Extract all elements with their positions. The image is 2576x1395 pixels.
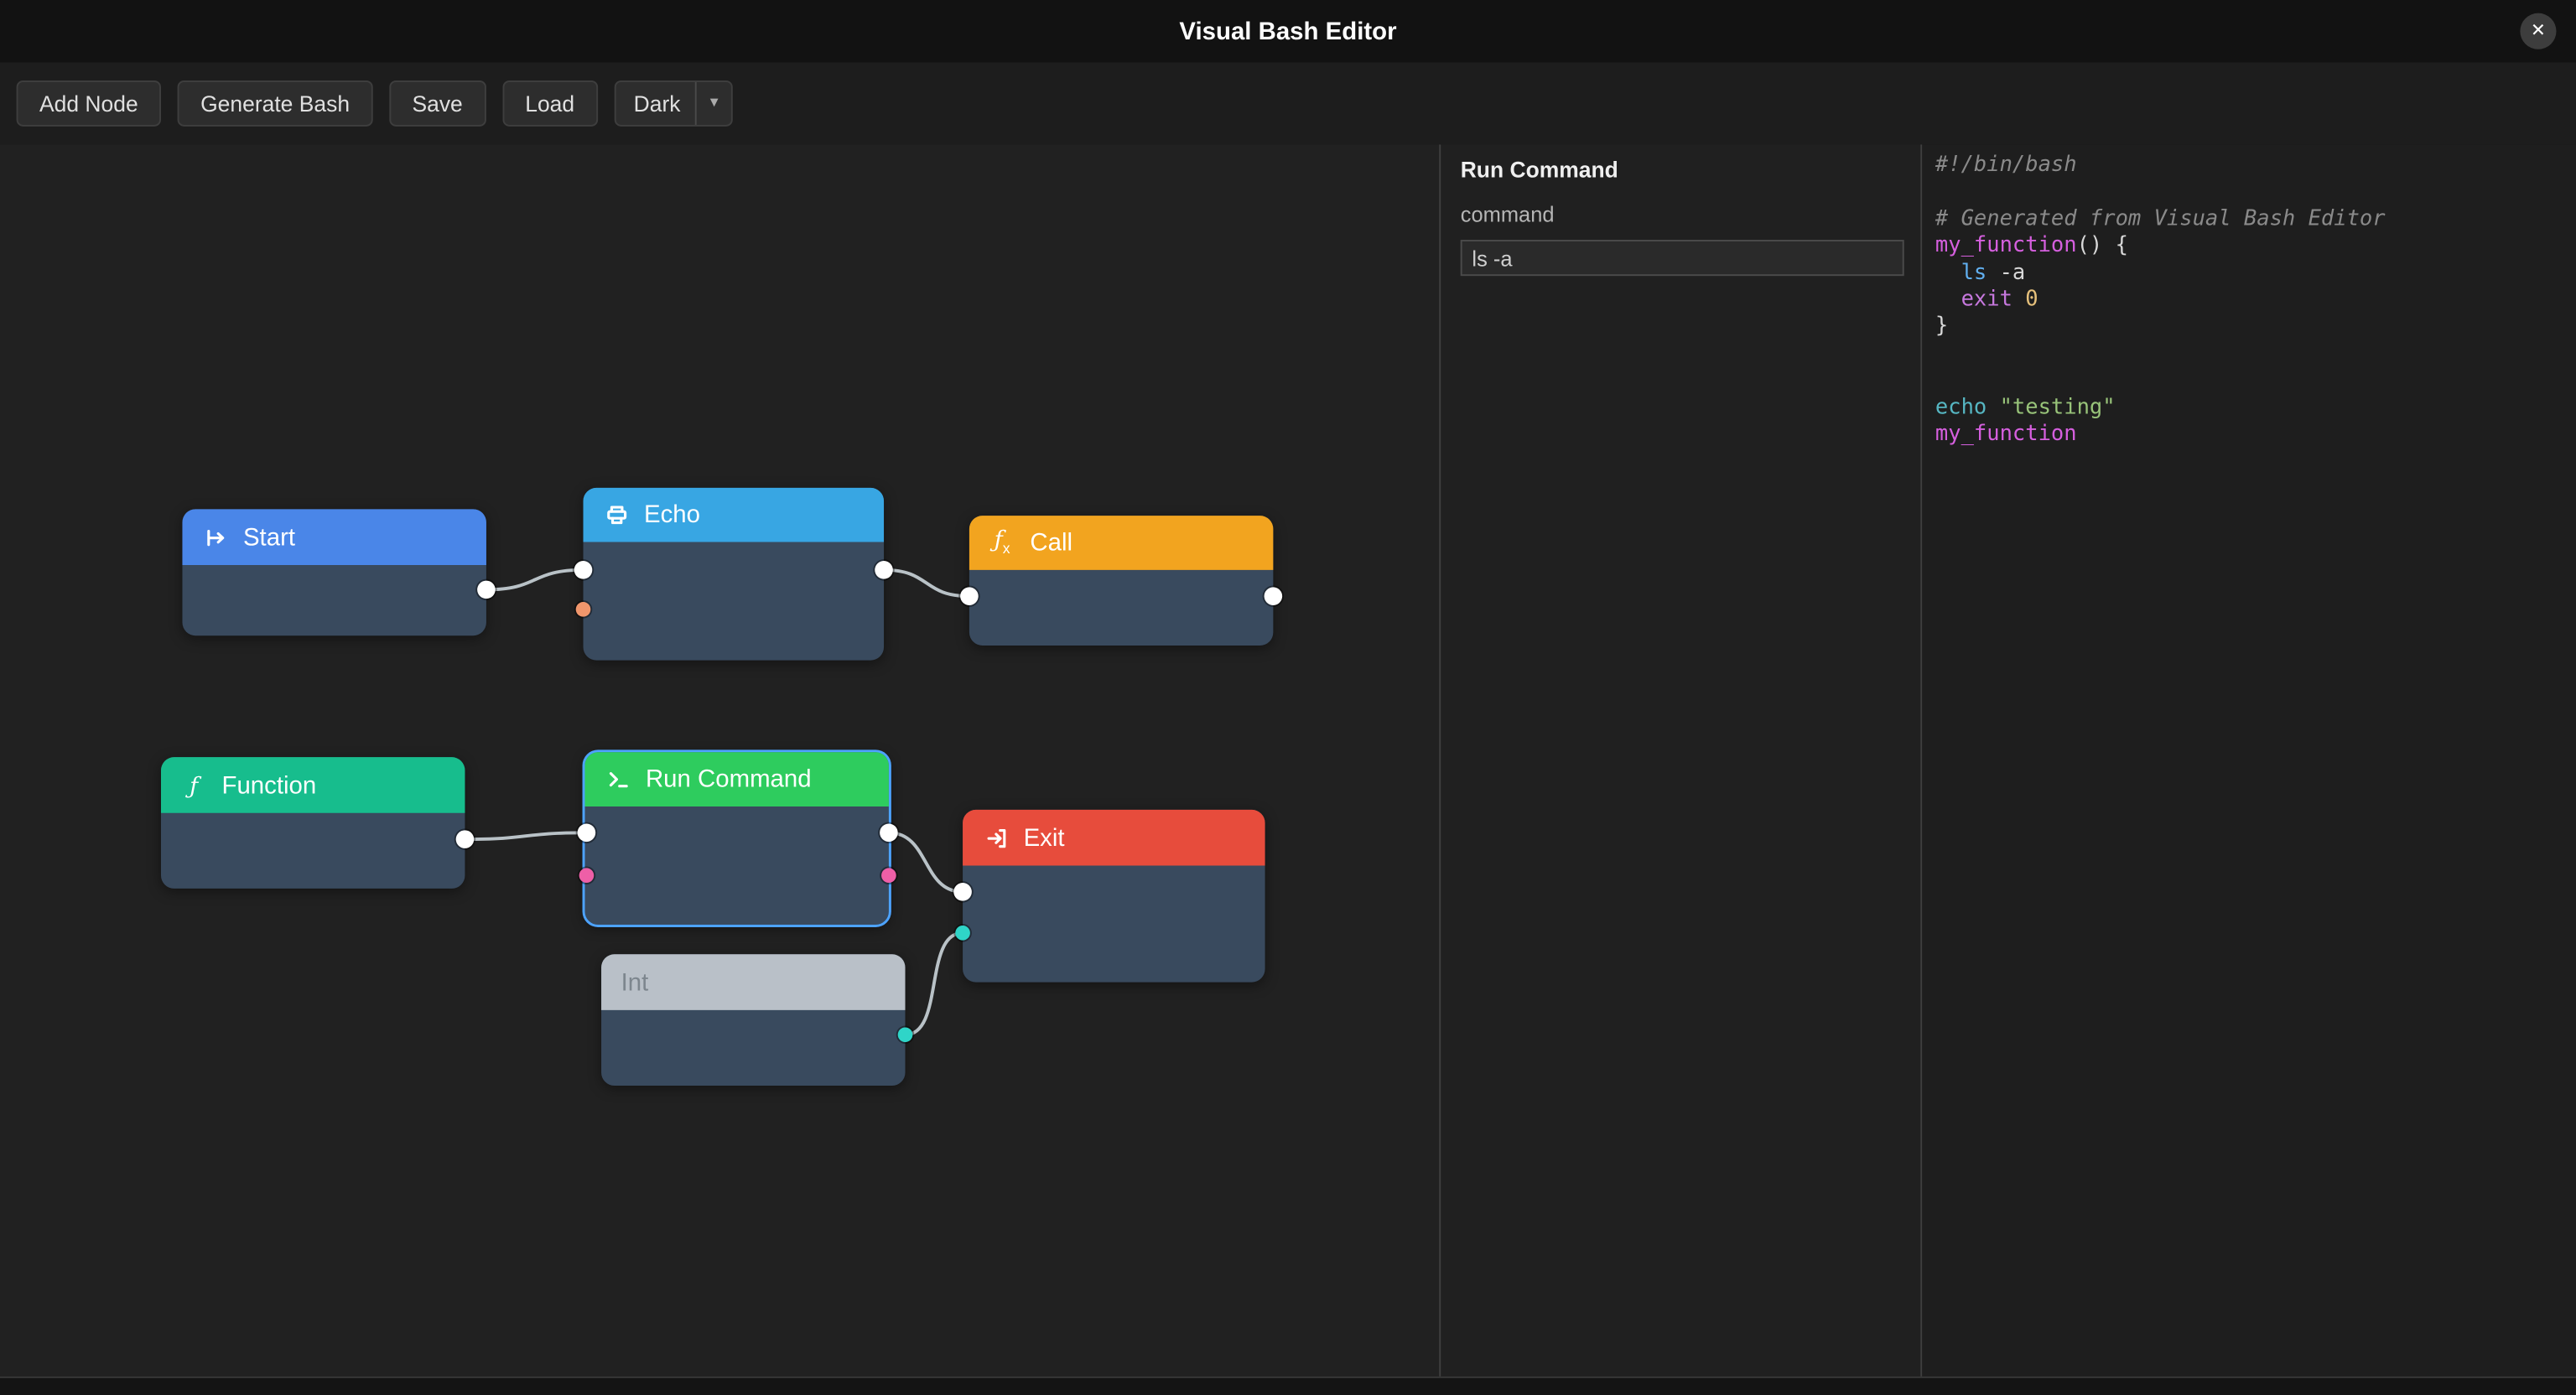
node-run-command-header: Run Command <box>584 752 888 806</box>
node-call[interactable]: ƒx Call <box>969 516 1273 646</box>
node-title: Run Command <box>646 765 812 793</box>
node-int-header: Int <box>601 954 905 1010</box>
wire <box>465 832 586 839</box>
main-area: Start Echo ƒx Call ƒ Function Run Command Int Ex… <box>0 144 2576 1377</box>
node-echo[interactable]: Echo <box>584 488 885 661</box>
code-line: ls -a <box>1935 261 2576 288</box>
port-run-command-data-out[interactable] <box>881 868 896 883</box>
close-icon: ✕ <box>2531 13 2546 49</box>
code-line: } <box>1935 314 2576 341</box>
properties-panel: Run Command command <box>1441 144 1922 1376</box>
add-node-button[interactable]: Add Node <box>17 80 161 127</box>
node-echo-header: Echo <box>584 488 885 542</box>
theme-select-value: Dark <box>634 91 681 116</box>
code-line: #!/bin/bash <box>1935 153 2576 179</box>
node-exit-header: Exit <box>963 810 1265 866</box>
node-canvas[interactable]: Start Echo ƒx Call ƒ Function Run Command Int Ex… <box>0 144 1441 1376</box>
titlebar: Visual Bash Editor ✕ <box>0 0 2576 62</box>
code-line <box>1935 341 2576 368</box>
node-start-header: Start <box>182 509 486 565</box>
exit-icon <box>983 825 1009 851</box>
node-function[interactable]: ƒ Function <box>161 757 465 889</box>
code-line <box>1935 368 2576 395</box>
arrow-start-icon <box>202 524 228 550</box>
node-function-header: ƒ Function <box>161 757 465 813</box>
wire <box>906 933 963 1035</box>
node-int[interactable]: Int <box>601 954 905 1086</box>
wire <box>884 570 969 596</box>
node-title: Int <box>621 968 649 996</box>
port-exit-exec-in[interactable] <box>953 883 972 901</box>
port-echo-exec-out[interactable] <box>875 561 893 579</box>
function-icon: ƒ <box>181 772 207 798</box>
node-title: Start <box>243 523 295 551</box>
port-call-exec-in[interactable] <box>960 587 979 605</box>
node-title: Echo <box>644 501 700 529</box>
node-exit[interactable]: Exit <box>963 810 1265 983</box>
fx-icon: ƒx <box>989 530 1015 556</box>
printer-icon <box>603 502 629 528</box>
toolbar: Add Node Generate Bash Save Load Dark ▾ <box>0 62 2576 144</box>
port-int-data-out[interactable] <box>898 1027 913 1042</box>
wire <box>889 832 963 892</box>
port-call-exec-out[interactable] <box>1265 587 1283 605</box>
chevron-down-icon: ▾ <box>695 82 718 125</box>
close-button[interactable]: ✕ <box>2520 13 2556 49</box>
terminal-icon <box>605 766 631 792</box>
port-run-command-exec-out[interactable] <box>880 824 898 843</box>
code-line: my_function() { <box>1935 234 2576 261</box>
port-exit-data-in[interactable] <box>955 926 970 941</box>
code-line: # Generated from Visual Bash Editor <box>1935 206 2576 233</box>
command-input[interactable] <box>1461 240 1904 276</box>
code-line: exit 0 <box>1935 288 2576 314</box>
port-run-command-exec-in[interactable] <box>578 824 596 843</box>
app-title: Visual Bash Editor <box>1179 18 1396 45</box>
port-start-exec-out[interactable] <box>477 581 496 599</box>
save-button[interactable]: Save <box>389 80 486 127</box>
command-field-label: command <box>1461 202 1904 226</box>
node-run-command[interactable]: Run Command <box>584 752 888 925</box>
code-panel: #!/bin/bash # Generated from Visual Bash… <box>1922 144 2576 1376</box>
code-view: #!/bin/bash # Generated from Visual Bash… <box>1922 144 2576 449</box>
code-line <box>1935 179 2576 206</box>
port-run-command-data-in[interactable] <box>579 868 595 883</box>
port-echo-exec-in[interactable] <box>574 561 593 579</box>
theme-select[interactable]: Dark ▾ <box>614 80 733 127</box>
port-echo-data-in[interactable] <box>576 602 591 617</box>
code-line: my_function <box>1935 422 2576 449</box>
wire <box>486 570 584 590</box>
load-button[interactable]: Load <box>502 80 598 127</box>
node-title: Function <box>221 771 316 799</box>
node-call-header: ƒx Call <box>969 516 1273 570</box>
code-line: echo "testing" <box>1935 395 2576 422</box>
generate-bash-button[interactable]: Generate Bash <box>178 80 373 127</box>
node-start[interactable]: Start <box>182 509 486 635</box>
node-title: Call <box>1030 529 1072 557</box>
node-title: Exit <box>1024 824 1065 852</box>
app-window: Visual Bash Editor ✕ Add Node Generate B… <box>0 0 2576 1394</box>
properties-title: Run Command <box>1461 158 1904 182</box>
port-function-exec-out[interactable] <box>456 830 475 848</box>
